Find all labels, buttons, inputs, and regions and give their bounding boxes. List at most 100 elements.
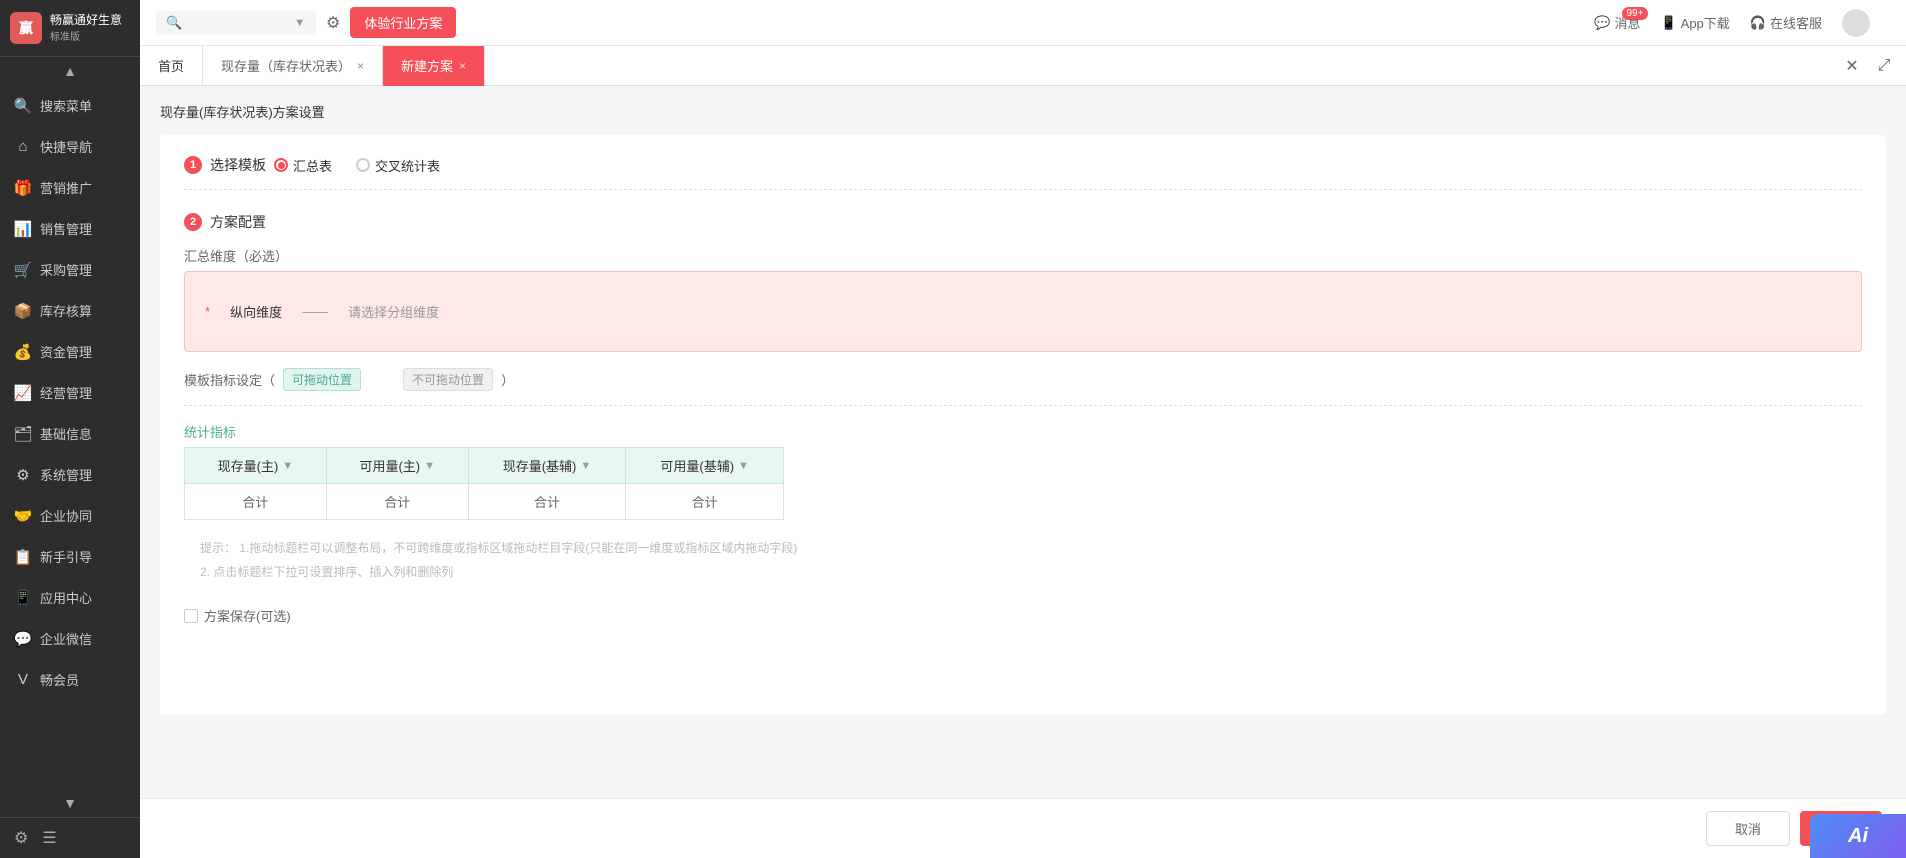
sidebar-item-search[interactable]: 🔍搜索菜单 <box>0 85 140 126</box>
nav-icon-inventory: 📦 <box>14 302 32 320</box>
sidebar-item-sales[interactable]: 📊销售管理 <box>0 208 140 249</box>
tabbar-right-actions: ✕ ⤢ <box>1840 54 1906 78</box>
tab-new-scheme[interactable]: 新建方案 × <box>383 46 485 86</box>
dimension-required-mark: * <box>205 304 210 319</box>
save-checkbox[interactable] <box>184 609 198 623</box>
new-scheme-tab-label: 新建方案 <box>401 56 453 75</box>
step1-divider <box>184 189 1862 190</box>
search-icon: 🔍 <box>166 15 182 31</box>
search-dropdown-icon[interactable]: ▼ <box>294 17 305 29</box>
message-badge: 99+ <box>1622 7 1649 20</box>
nav-label-operations: 经营管理 <box>40 383 92 402</box>
nav-icon-system: ⚙ <box>14 466 32 484</box>
headset-icon: 🎧 <box>1750 15 1766 31</box>
sidebar-item-corporate[interactable]: 🤝企业协同 <box>0 495 140 536</box>
user-avatar[interactable] <box>1842 9 1870 37</box>
app-download-label: App下载 <box>1681 13 1730 32</box>
header-dropdown-icon[interactable]: ▼ <box>580 460 591 472</box>
stats-header-row: 现存量(主)▼可用量(主)▼现存量(基辅)▼可用量(基辅)▼ <box>185 448 784 484</box>
tab-close-btn[interactable]: ✕ <box>1840 54 1864 78</box>
nav-icon-marketing: 🎁 <box>14 179 32 197</box>
sidebar-item-basic[interactable]: 🗂基础信息 <box>0 413 140 454</box>
hint-2: 2. 点击标题栏下拉可设置排序、插入列和删除列 <box>200 560 1862 584</box>
cancel-button[interactable]: 取消 <box>1706 811 1790 846</box>
stats-table-cell: 合计 <box>185 484 327 520</box>
nav-icon-wechat: 💬 <box>14 630 32 648</box>
step2-section: 2 方案配置 汇总维度（必选） * 纵向维度 —— 请选择分组维度 模板指标设定… <box>184 212 1862 584</box>
radio-summary-label: 汇总表 <box>293 156 332 175</box>
stats-table-header[interactable]: 可用量(主)▼ <box>326 448 468 484</box>
header-dropdown-icon[interactable]: ▼ <box>424 460 435 472</box>
sidebar-item-newuser[interactable]: 📋新手引导 <box>0 536 140 577</box>
header-dropdown-icon[interactable]: ▼ <box>282 460 293 472</box>
sidebar-item-operations[interactable]: 📈 经营管理 <box>0 372 140 413</box>
sidebar-item-wechat[interactable]: 💬企业微信 <box>0 618 140 659</box>
new-scheme-tab-close[interactable]: × <box>459 59 466 73</box>
app-download-btn[interactable]: 📱 App下载 <box>1660 13 1729 32</box>
sidebar-item-finance[interactable]: 💰 资金管理 <box>0 331 140 372</box>
online-service-btn[interactable]: 🎧 在线客服 <box>1750 13 1822 32</box>
sidebar-scroll-up[interactable]: ▲ <box>0 57 140 85</box>
inventory-tab-close[interactable]: × <box>357 59 364 73</box>
nav-icon-apps: 📱 <box>14 589 32 607</box>
industry-btn[interactable]: 体验行业方案 <box>350 7 456 38</box>
settings-icon[interactable]: ⚙ <box>14 828 28 848</box>
stats-table-header[interactable]: 现存量(基辅)▼ <box>468 448 626 484</box>
sidebar-scroll-down[interactable]: ▼ <box>0 789 140 817</box>
nav-label-finance: 资金管理 <box>40 342 92 361</box>
nav-label-members: 畅会员 <box>40 670 79 689</box>
nav-label-search: 搜索菜单 <box>40 96 92 115</box>
dimension-area[interactable]: * 纵向维度 —— 请选择分组维度 <box>184 271 1862 352</box>
message-btn[interactable]: 💬 消息 99+ <box>1594 13 1640 32</box>
app-logo: 赢 畅赢通好生意 标准版 <box>0 0 140 57</box>
header-dropdown-icon[interactable]: ▼ <box>738 460 749 472</box>
service-label: 在线客服 <box>1770 13 1822 32</box>
sidebar-item-system[interactable]: ⚙系统管理 <box>0 454 140 495</box>
stats-table-cell: 合计 <box>626 484 784 520</box>
scheme-card: 1 选择模板 汇总表 交叉统计表 <box>160 135 1886 715</box>
message-icon: 💬 <box>1594 15 1610 31</box>
sidebar-item-purchase[interactable]: 🛒采购管理 <box>0 249 140 290</box>
step1-title: 选择模板 <box>210 155 266 175</box>
tab-home[interactable]: 首页 <box>140 46 203 86</box>
nav-icon-operations: 📈 <box>14 384 32 402</box>
radio-summary[interactable]: 汇总表 <box>274 156 332 175</box>
scheme-footer: 方案保存(可选) <box>184 606 1862 625</box>
sidebar-item-inventory[interactable]: 📦 库存核算 <box>0 290 140 331</box>
inventory-tab-label: 现存量（库存状况表） <box>221 56 351 75</box>
logo-icon: 赢 <box>10 12 42 44</box>
action-bar: 取消 查询 <box>140 798 1906 858</box>
step2-header: 2 方案配置 <box>184 212 1862 232</box>
stats-table-header[interactable]: 现存量(主)▼ <box>185 448 327 484</box>
sidebar-item-apps[interactable]: 📱应用中心 <box>0 577 140 618</box>
gear-icon[interactable]: ⚙ <box>326 13 340 33</box>
scroll-up-icon[interactable]: ▲ <box>61 61 79 81</box>
radio-cross[interactable]: 交叉统计表 <box>356 156 440 175</box>
stats-table-header[interactable]: 可用量(基辅)▼ <box>626 448 784 484</box>
radio-summary-dot <box>278 162 285 169</box>
save-option-label[interactable]: 方案保存(可选) <box>184 606 291 625</box>
nav-icon-finance: 💰 <box>14 343 32 361</box>
step1-section: 1 选择模板 汇总表 交叉统计表 <box>184 155 1862 190</box>
indicator-draggable-tag: 可拖动位置 <box>283 368 361 391</box>
menu-toggle-icon[interactable]: ☰ <box>42 828 56 848</box>
dimension-dash: —— <box>302 304 328 319</box>
ai-badge[interactable]: Ai <box>1810 814 1906 858</box>
sidebar-item-shortcut[interactable]: ⌂快捷导航 <box>0 126 140 167</box>
tab-expand-btn[interactable]: ⤢ <box>1872 54 1896 78</box>
tab-inventory-status[interactable]: 现存量（库存状况表） × <box>203 46 383 86</box>
radio-cross-label: 交叉统计表 <box>375 156 440 175</box>
nav-label-marketing: 营销推广 <box>40 178 92 197</box>
sidebar-item-members[interactable]: V畅会员 <box>0 659 140 700</box>
nav-icon-basic: 🗂 <box>14 425 32 443</box>
scroll-down-icon[interactable]: ▼ <box>61 793 79 813</box>
search-input[interactable] <box>188 16 288 30</box>
dimension-placeholder[interactable]: 请选择分组维度 <box>348 302 439 321</box>
indicator-settings-prefix: 模板指标设定（ <box>184 370 275 389</box>
indicator-divider <box>184 405 1862 406</box>
search-bar[interactable]: 🔍 ▼ <box>156 11 316 35</box>
nav-label-inventory: 库存核算 <box>40 301 92 320</box>
sidebar: 赢 畅赢通好生意 标准版 ▲ 🔍搜索菜单⌂快捷导航 🎁 营销推广 📊销售管理🛒采购管理… <box>0 0 140 858</box>
nav-icon-purchase: 🛒 <box>14 261 32 279</box>
sidebar-item-marketing[interactable]: 🎁 营销推广 <box>0 167 140 208</box>
